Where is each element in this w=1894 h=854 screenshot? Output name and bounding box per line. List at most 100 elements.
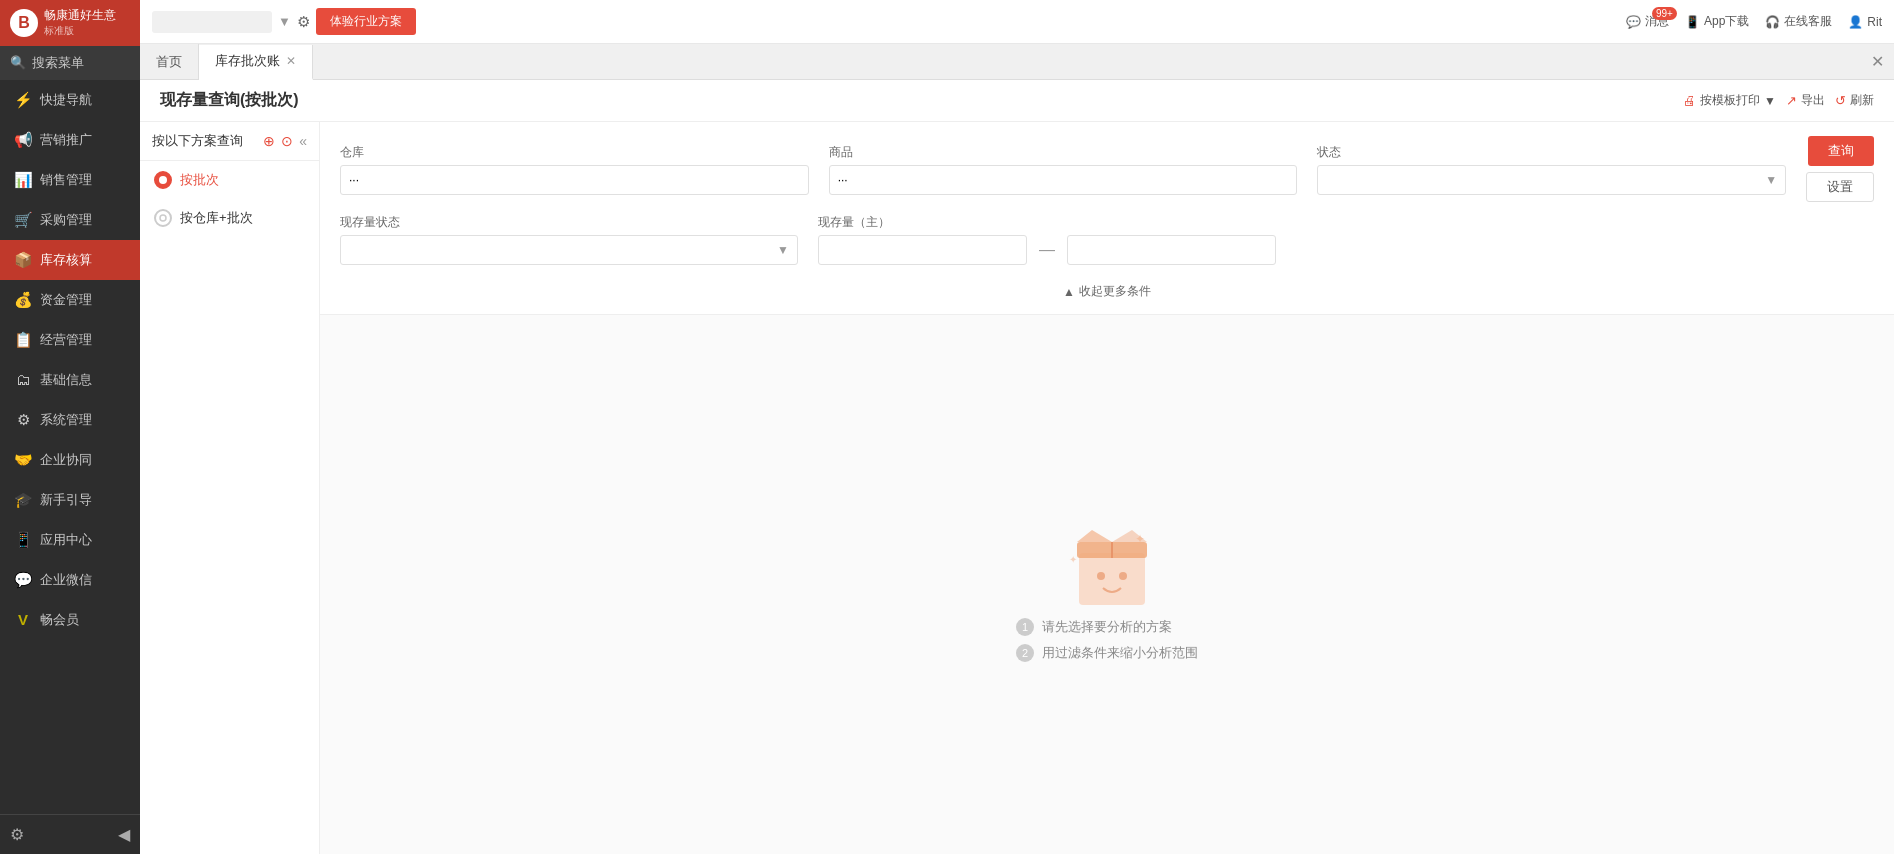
sidebar-item-purchase[interactable]: 🛒 采购管理 <box>0 200 140 240</box>
collapse-up-icon: ▲ <box>1063 285 1075 299</box>
print-dropdown-icon[interactable]: ▼ <box>1764 94 1776 108</box>
empty-state: ✦ ✦ 1 请先选择要分析的方案 2 用过滤条件来缩小分析范围 <box>1016 508 1198 662</box>
sidebar-item-system[interactable]: ⚙ 系统管理 <box>0 400 140 440</box>
svg-text:✦: ✦ <box>1135 532 1145 546</box>
content-area: 按以下方案查询 ⊕ ⊙ « 按批次 按仓库+批次 <box>140 122 1894 854</box>
sidebar-item-basics[interactable]: 🗂 基础信息 <box>0 360 140 400</box>
sidebar-item-wecom[interactable]: 💬 企业微信 <box>0 560 140 600</box>
online-service-action[interactable]: 🎧 在线客服 <box>1765 13 1832 30</box>
sidebar-navigation: ⚡ 快捷导航 📢 营销推广 📊 销售管理 🛒 采购管理 📦 库存核算 💰 资金管… <box>0 80 140 814</box>
topbar: ▼ ⚙ 体验行业方案 💬 消息 99+ 📱 App下载 🎧 在线客服 👤 Rit <box>140 0 1894 44</box>
filter-area: 仓库 ··· 商品 ··· 状态 <box>320 122 1894 315</box>
tabs-close-all-button[interactable]: ✕ <box>1871 52 1884 71</box>
sidebar-item-label: 企业微信 <box>40 571 92 589</box>
collapse-more-button[interactable]: ▲ 收起更多条件 <box>340 277 1874 300</box>
data-area: ✦ ✦ 1 请先选择要分析的方案 2 用过滤条件来缩小分析范围 <box>320 315 1894 854</box>
member-icon: V <box>14 611 32 628</box>
left-panel-icons: ⊕ ⊙ « <box>263 133 307 149</box>
plan-item-batch[interactable]: 按批次 <box>140 161 319 199</box>
settings-icon[interactable]: ⚙ <box>10 825 24 844</box>
online-service-label: 在线客服 <box>1784 13 1832 30</box>
export-icon: ↗ <box>1786 93 1797 108</box>
filter-row-2: 现存量状态 ▼ 现存量（主） — <box>340 214 1874 265</box>
tab-inventory-batch[interactable]: 库存批次账 ✕ <box>199 45 313 80</box>
inventory-qty-max-input[interactable] <box>1067 235 1276 265</box>
sidebar-item-member[interactable]: V 畅会员 <box>0 600 140 640</box>
page-header: 现存量查询(按批次) 🖨 按模板打印 ▼ ↗ 导出 ↺ 刷新 <box>140 80 1894 122</box>
warehouse-filter-label: 仓库 <box>340 144 809 161</box>
tab-home[interactable]: 首页 <box>140 44 199 79</box>
inventory-qty-dash: — <box>1039 241 1055 259</box>
refresh-icon: ↺ <box>1835 93 1846 108</box>
inventory-status-label: 现存量状态 <box>340 214 798 231</box>
user-avatar-action[interactable]: 👤 Rit <box>1848 15 1882 29</box>
sidebar-item-label: 销售管理 <box>40 171 92 189</box>
export-label: 导出 <box>1801 92 1825 109</box>
sidebar-item-inventory[interactable]: 📦 库存核算 <box>0 240 140 280</box>
add-plan-icon[interactable]: ⊕ <box>263 133 275 149</box>
settings-plan-icon[interactable]: ⊙ <box>281 133 293 149</box>
messages-action[interactable]: 💬 消息 99+ <box>1626 13 1669 30</box>
system-icon: ⚙ <box>14 411 32 429</box>
sidebar-item-sales[interactable]: 📊 销售管理 <box>0 160 140 200</box>
product-filter-input[interactable]: ··· <box>829 165 1298 195</box>
inventory-qty-min-input[interactable] <box>818 235 1027 265</box>
sidebar-item-label: 畅会员 <box>40 611 79 629</box>
topbar-dropdown-icon[interactable]: ▼ <box>278 14 291 29</box>
sidebar-item-newguide[interactable]: 🎓 新手引导 <box>0 480 140 520</box>
settings-button[interactable]: 设置 <box>1806 172 1874 202</box>
main-content: ▼ ⚙ 体验行业方案 💬 消息 99+ 📱 App下载 🎧 在线客服 👤 Rit <box>140 0 1894 854</box>
topbar-search-input[interactable] <box>152 11 272 33</box>
app-name: 畅康通好生意 <box>44 8 116 24</box>
empty-hints: 1 请先选择要分析的方案 2 用过滤条件来缩小分析范围 <box>1016 618 1198 662</box>
sidebar-item-marketing[interactable]: 📢 营销推广 <box>0 120 140 160</box>
query-button[interactable]: 查询 <box>1808 136 1874 166</box>
app-logo: B <box>10 9 38 37</box>
collapse-sidebar-icon[interactable]: ◀ <box>118 825 130 844</box>
app-download-action[interactable]: 📱 App下载 <box>1685 13 1749 30</box>
sidebar-item-operations[interactable]: 📋 经营管理 <box>0 320 140 360</box>
page-actions: 🖨 按模板打印 ▼ ↗ 导出 ↺ 刷新 <box>1683 92 1874 109</box>
plan-batch-icon <box>154 171 172 189</box>
export-action[interactable]: ↗ 导出 <box>1786 92 1825 109</box>
newguide-icon: 🎓 <box>14 491 32 509</box>
sidebar-item-label: 经营管理 <box>40 331 92 349</box>
print-action[interactable]: 🖨 按模板打印 ▼ <box>1683 92 1776 109</box>
tab-close-icon[interactable]: ✕ <box>286 55 296 67</box>
inventory-qty-label: 现存量（主） <box>818 214 1276 231</box>
sidebar-item-quicknav[interactable]: ⚡ 快捷导航 <box>0 80 140 120</box>
trial-industry-button[interactable]: 体验行业方案 <box>316 8 416 35</box>
hint-text-1: 请先选择要分析的方案 <box>1042 618 1172 636</box>
sidebar-item-finance[interactable]: 💰 资金管理 <box>0 280 140 320</box>
collapse-panel-icon[interactable]: « <box>299 133 307 149</box>
topbar-right: 💬 消息 99+ 📱 App下载 🎧 在线客服 👤 Rit <box>1626 13 1882 30</box>
enterprise-icon: 🤝 <box>14 451 32 469</box>
hint-num-2: 2 <box>1016 644 1034 662</box>
topbar-gear-icon[interactable]: ⚙ <box>297 13 310 31</box>
inventory-status-dropdown-icon: ▼ <box>777 243 789 257</box>
warehouse-filter-input[interactable]: ··· <box>340 165 809 195</box>
phone-icon: 📱 <box>1685 15 1700 29</box>
status-filter-select[interactable]: ▼ <box>1317 165 1786 195</box>
tab-home-label: 首页 <box>156 53 182 71</box>
svg-point-6 <box>1119 572 1127 580</box>
plan-warehouse-batch-icon <box>154 209 172 227</box>
left-panel-header: 按以下方案查询 ⊕ ⊙ « <box>140 122 319 161</box>
sidebar-item-enterprise[interactable]: 🤝 企业协同 <box>0 440 140 480</box>
svg-rect-2 <box>1079 553 1145 605</box>
svg-text:✦: ✦ <box>1069 554 1077 565</box>
app-version: 标准版 <box>44 24 116 38</box>
plan-item-warehouse-batch[interactable]: 按仓库+批次 <box>140 199 319 237</box>
sidebar-footer: ⚙ ◀ <box>0 814 140 854</box>
status-filter-label: 状态 <box>1317 144 1786 161</box>
sidebar-item-label: 新手引导 <box>40 491 92 509</box>
sidebar-item-label: 库存核算 <box>40 251 92 269</box>
svg-point-1 <box>160 215 166 221</box>
inventory-status-select[interactable]: ▼ <box>340 235 798 265</box>
sidebar-item-appcenter[interactable]: 📱 应用中心 <box>0 520 140 560</box>
search-menu[interactable]: 🔍 搜索菜单 <box>0 46 140 80</box>
avatar-icon: 👤 <box>1848 15 1863 29</box>
operations-icon: 📋 <box>14 331 32 349</box>
hint-text-2: 用过滤条件来缩小分析范围 <box>1042 644 1198 662</box>
refresh-action[interactable]: ↺ 刷新 <box>1835 92 1874 109</box>
